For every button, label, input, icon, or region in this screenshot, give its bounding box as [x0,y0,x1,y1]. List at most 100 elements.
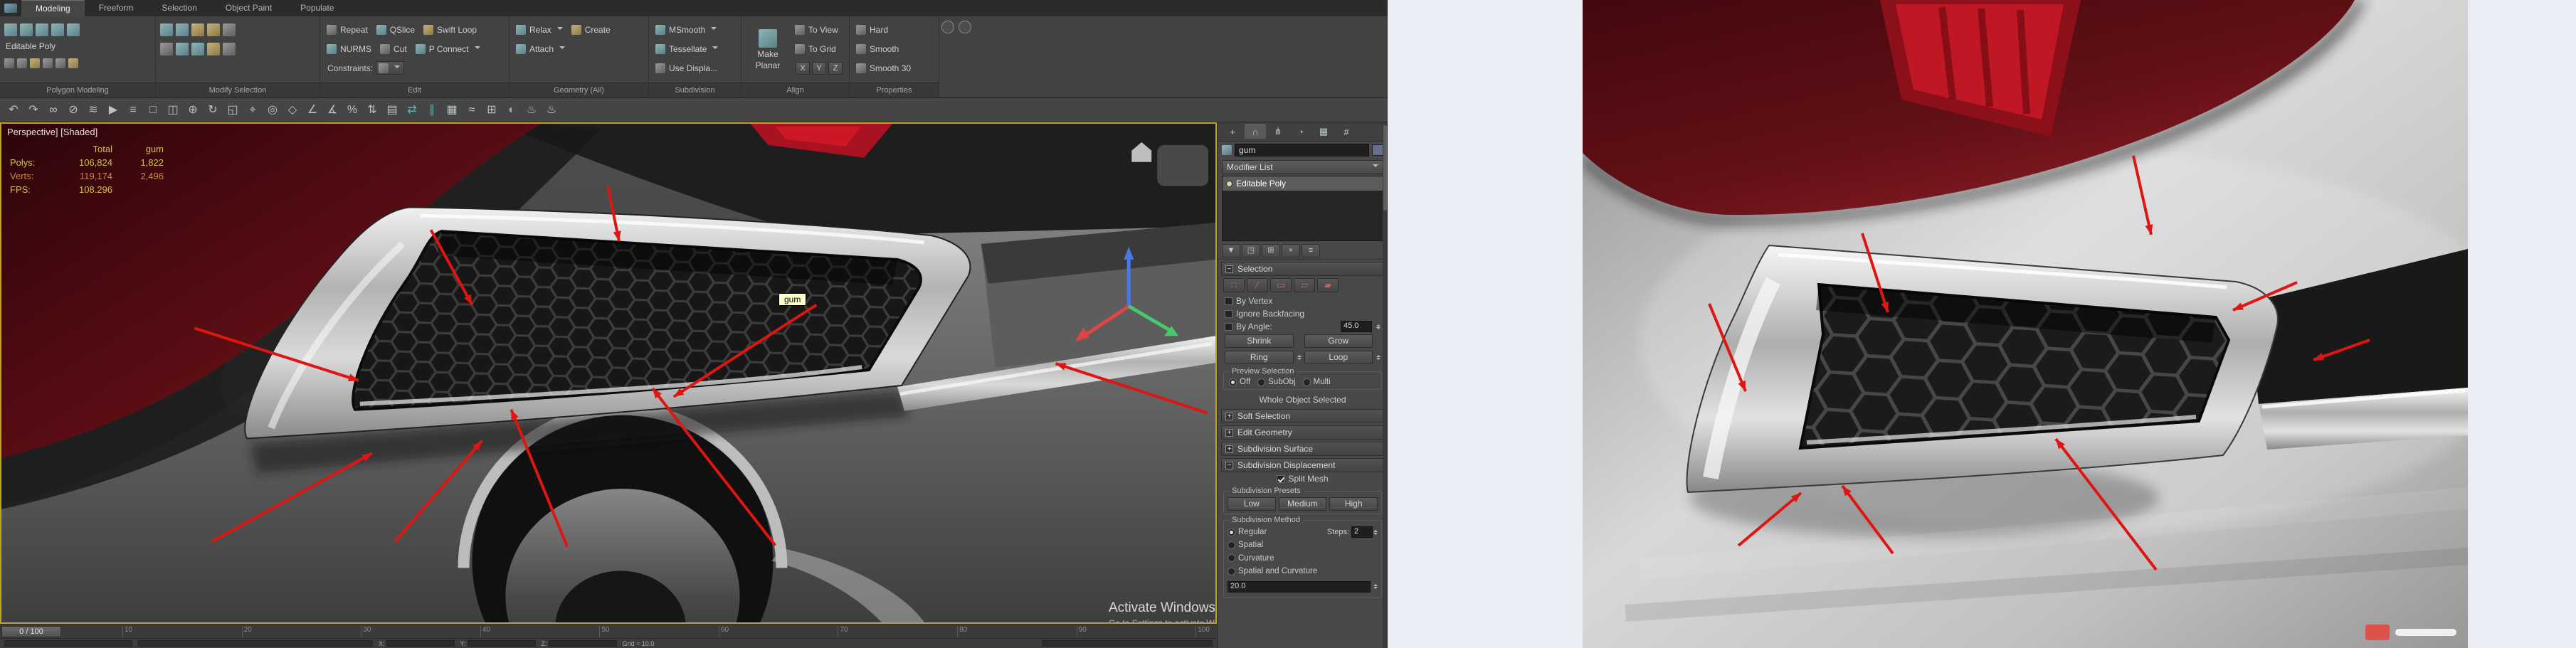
select-and-place-icon[interactable]: ⌖ [243,101,262,119]
spinner-icon[interactable] [1376,322,1381,331]
render-icon[interactable]: ♨ [542,101,561,119]
repeat-button[interactable]: Repeat [324,21,371,38]
select-and-scale-icon[interactable]: ◱ [223,101,242,119]
loop-button[interactable]: Loop [1304,351,1373,364]
coordinate-y[interactable]: Y: [460,640,536,647]
ring-selection-icon[interactable] [207,23,220,36]
window-crossing-icon[interactable]: ◫ [164,101,182,119]
preset-low-button[interactable]: Low [1228,497,1276,511]
preview-subobj-radio[interactable]: SubObj [1257,378,1296,386]
unlink-selection-icon[interactable]: ⊘ [64,101,83,119]
cut-button[interactable]: Cut [378,41,411,58]
ribbon-tab-populate[interactable]: Populate [286,0,348,16]
msmooth-button[interactable]: MSmooth [653,21,720,38]
swift-loop-button[interactable]: Swift Loop [421,21,480,38]
material-editor-icon[interactable]: ◐ [502,101,521,119]
border-mode-icon[interactable] [36,23,48,36]
ribbon-help-button[interactable] [959,21,971,33]
select-object-icon[interactable]: ▶ [104,101,122,119]
ring-button[interactable]: Ring [1225,351,1294,364]
ribbon-tab-freeform[interactable]: Freeform [85,0,148,16]
rollout-subdivision-displacement[interactable]: Subdivision Displacement [1221,458,1384,472]
qslice-button[interactable]: QSlice [374,21,418,38]
dot-loop-icon[interactable] [207,42,220,55]
rollout-soft-selection[interactable]: Soft Selection [1221,409,1384,423]
angle-snap-icon[interactable]: ∡ [323,101,342,119]
edge-mode-icon[interactable] [20,23,33,36]
method-regular-radio[interactable]: Regular [1228,528,1267,536]
hard-edge-button[interactable]: Hard [854,21,892,38]
display-tab-icon[interactable]: ▦ [1313,124,1334,139]
steps-value[interactable]: 2 [1351,526,1373,538]
pin-stack-icon[interactable]: ▼ [1222,244,1240,257]
shrink-button[interactable]: Shrink [1225,334,1294,348]
section-label-align[interactable]: Align [741,83,849,97]
align-x-button[interactable]: X [796,61,810,75]
section-label-properties[interactable]: Properties [850,83,939,97]
vertex-mode-icon[interactable] [4,23,17,36]
object-color-swatch[interactable] [1372,144,1383,156]
preset-medium-button[interactable]: Medium [1278,497,1327,511]
section-label-edit[interactable]: Edit [320,83,509,97]
by-vertex-checkbox[interactable]: By Vertex [1218,294,1388,307]
polygon-mode-icon[interactable]: ▱ [1294,278,1315,292]
ring-spinner[interactable] [1297,353,1302,362]
bind-to-space-warp-icon[interactable]: ≋ [84,101,102,119]
tessellate-button[interactable]: Tessellate [653,41,722,58]
remove-modifier-icon[interactable]: × [1282,244,1300,257]
smooth-30-button[interactable]: Smooth 30 [854,60,914,77]
redo-icon[interactable]: ↷ [24,101,43,119]
layer-manager-icon[interactable]: ▦ [443,101,461,119]
symmetry-tools-icon[interactable] [43,58,53,68]
select-and-link-icon[interactable]: ∞ [44,101,63,119]
grow-selection-icon[interactable] [160,23,173,36]
section-label-modify-selection[interactable]: Modify Selection [156,83,320,97]
modifier-list-dropdown[interactable]: Modifier List [1222,160,1383,174]
render-setup-icon[interactable]: ♨ [522,101,541,119]
perspective-viewport[interactable]: Perspective] [Shaded] Total gum Polys: 1… [0,122,1217,624]
p-connect-button[interactable]: P Connect [413,41,484,58]
edge-value[interactable]: 20.0 [1228,580,1371,593]
step-loop-icon[interactable] [191,42,204,55]
section-label-polygon-modeling[interactable]: Polygon Modeling [0,83,155,97]
snaps-toggle-icon[interactable]: ∠ [303,101,322,119]
use-pivot-center-icon[interactable]: ◎ [263,101,282,119]
spinner-snap-icon[interactable]: ⇅ [363,101,381,119]
visibility-bulb-icon[interactable] [1226,180,1232,187]
timeline[interactable]: 0102030405060708090100 0 / 100 [0,624,1217,639]
collapse-stack-icon[interactable] [17,58,27,68]
named-selection-sets-icon[interactable]: ▤ [383,101,401,119]
rollout-selection[interactable]: Selection [1221,262,1384,276]
method-curvature-radio[interactable]: Curvature [1228,554,1274,563]
use-displacement-button[interactable]: Use Displa... [653,60,721,77]
mirror-icon[interactable]: ⇄ [403,101,421,119]
to-grid-button[interactable]: To Grid [793,41,840,58]
viewport-label[interactable]: Perspective] [Shaded] [7,127,97,137]
panel-scrollbar[interactable] [1383,122,1388,648]
select-by-name-icon[interactable]: ≡ [124,101,142,119]
method-spatial-curvature-radio[interactable]: Spatial and Curvature [1228,567,1317,575]
ignore-backfacing-checkbox[interactable]: Ignore Backfacing [1218,307,1388,320]
rollout-edit-geometry[interactable]: Edit Geometry [1221,425,1384,440]
ribbon-minimize-button[interactable] [941,21,954,33]
similar-selection-icon[interactable] [160,42,173,55]
grow-button[interactable]: Grow [1304,334,1373,348]
by-angle-value[interactable]: 45.0 [1341,321,1372,332]
smooth-edge-button[interactable]: Smooth [854,41,902,58]
select-and-manipulate-icon[interactable]: ◇ [283,101,302,119]
fill-selection-icon[interactable] [176,42,189,55]
align-y-button[interactable]: Y [812,61,826,75]
method-spatial-radio[interactable]: Spatial [1228,541,1263,549]
vertex-mode-icon[interactable]: ∷ [1223,278,1245,292]
coordinate-z[interactable]: Z: [542,640,617,647]
make-unique-icon[interactable]: ⊞ [1262,244,1280,257]
ribbon-tab-modeling[interactable]: Modeling [21,0,85,16]
utilities-tab-icon[interactable]: # [1336,124,1357,139]
preview-subobj-icon[interactable] [4,58,14,68]
polygon-mode-icon[interactable] [51,23,64,36]
select-and-rotate-icon[interactable]: ↻ [204,101,222,119]
constraints-dropdown[interactable] [376,61,405,75]
loop-selection-icon[interactable] [191,23,204,36]
make-planar-button[interactable]: Make Planar [746,20,790,80]
create-tab-icon[interactable]: + [1222,124,1243,139]
